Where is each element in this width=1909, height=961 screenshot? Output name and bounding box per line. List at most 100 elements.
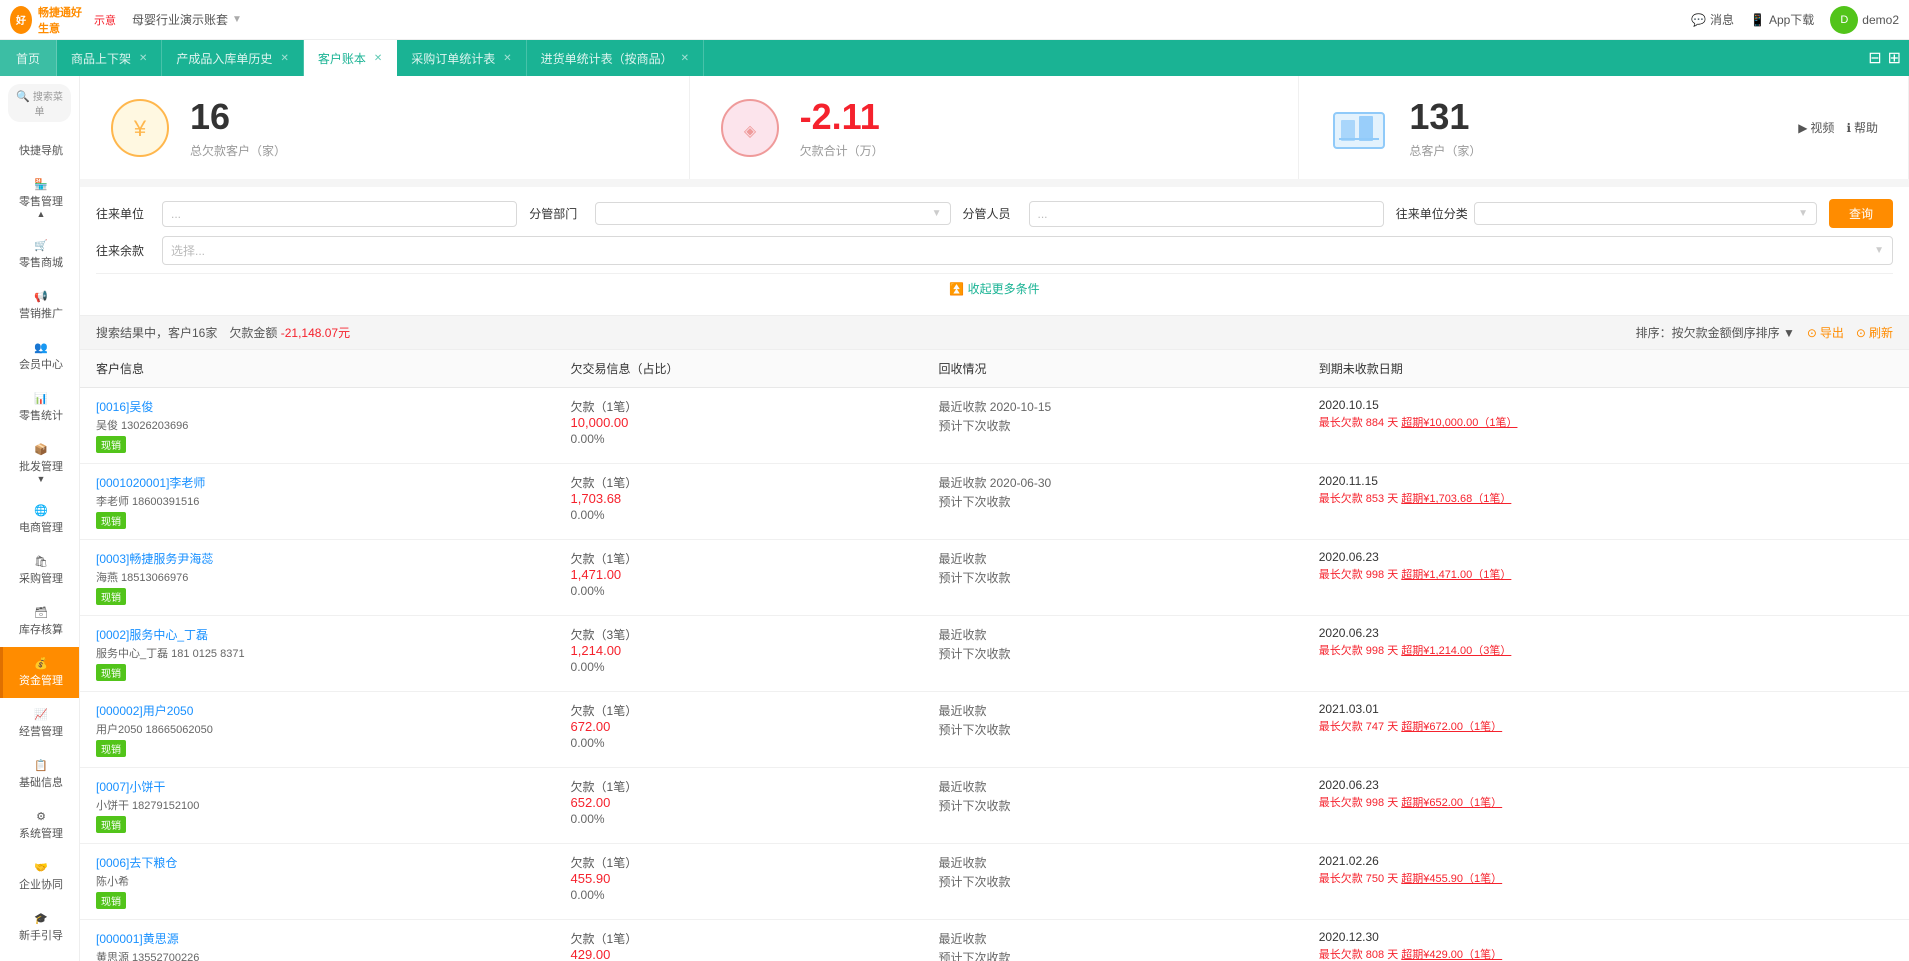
customer-name-link[interactable]: [000002]用户2050 [96, 702, 539, 719]
overdue-info[interactable]: 最长欠款 750 天 超期¥455.90（1笔） [1319, 870, 1893, 886]
sidebar-item-finance[interactable]: 💰 资金管理 [0, 647, 79, 698]
overdue-info[interactable]: 最长欠款 998 天 超期¥652.00（1笔） [1319, 794, 1893, 810]
cell-collection-3: 最近收款 预计下次收款 [922, 616, 1302, 692]
message-btn[interactable]: 💬 消息 [1691, 11, 1734, 28]
cell-debt-4: 欠款（1笔） 672.00 0.00% [555, 692, 923, 768]
overdue-info[interactable]: 最长欠款 998 天 超期¥1,471.00（1笔） [1319, 566, 1893, 582]
filter-unit-input[interactable]: ... [162, 201, 517, 227]
cell-debt-3: 欠款（3笔） 1,214.00 0.00% [555, 616, 923, 692]
collapse-icon[interactable]: ⊟ [1868, 48, 1881, 68]
sidebar-item-ecommerce[interactable]: 🌐 电商管理 [0, 494, 79, 545]
sort-selector[interactable]: 排序：按欠款金额倒序排序 ▼ [1636, 324, 1795, 341]
filter-category-select[interactable]: ▼ [1474, 202, 1817, 225]
sidebar-item-wholesale[interactable]: 📦 批发管理 ▼ [0, 433, 79, 494]
wholesale-icon: 📦 [9, 443, 73, 456]
sidebar-item-guide[interactable]: 🎓 新手引导 [0, 902, 79, 953]
sidebar-item-retail-mall[interactable]: 🛒 零售商城 [0, 229, 79, 280]
table-row: [000002]用户2050 用户2050 18665062050 现销 欠款（… [80, 692, 1909, 768]
tab-close-icon[interactable]: ✕ [139, 53, 147, 64]
filter-balance-select[interactable]: 选择... ▼ [162, 236, 1893, 265]
sidebar-item-operations[interactable]: 📈 经营管理 [0, 698, 79, 749]
refresh-button[interactable]: ⊙ 刷新 [1856, 324, 1893, 341]
cell-collection-6: 最近收款 预计下次收款 [922, 844, 1302, 920]
sidebar-item-retail-mgmt[interactable]: 🏪 零售管理 ▲ [0, 168, 79, 229]
help-btn[interactable]: ℹ 帮助 [1846, 119, 1878, 136]
sidebar-item-quick-nav[interactable]: 快捷导航 [0, 130, 79, 168]
debt-amount[interactable]: 672.00 [571, 719, 907, 734]
tab-close-icon[interactable]: ✕ [681, 53, 689, 64]
sidebar-item-purchase[interactable]: 🛍 采购管理 [0, 545, 79, 596]
sidebar-item-collab[interactable]: 🤝 企业协同 [0, 851, 79, 902]
sidebar-item-system[interactable]: ⚙ 系统管理 [0, 800, 79, 851]
company-selector[interactable]: 母婴行业演示账套 ▼ [132, 11, 242, 28]
debt-amount[interactable]: 10,000.00 [571, 415, 907, 430]
debt-count: 欠款（1笔） [571, 778, 907, 795]
tab-close-icon[interactable]: ✕ [503, 53, 511, 64]
app-download-btn[interactable]: 📱 App下载 [1750, 11, 1814, 28]
export-button[interactable]: ⊙ 导出 [1807, 324, 1844, 341]
customer-name-link[interactable]: [0002]服务中心_丁磊 [96, 626, 539, 643]
ecommerce-icon: 🌐 [9, 504, 73, 517]
debtors-icon: ¥ [110, 98, 170, 158]
customer-phone: 吴俊 13026203696 [96, 417, 539, 433]
filter-person-input[interactable]: ... [1029, 201, 1384, 227]
customer-name-link[interactable]: [0003]畅捷服务尹海蕊 [96, 550, 539, 567]
cell-collection-4: 最近收款 预计下次收款 [922, 692, 1302, 768]
overdue-info[interactable]: 最长欠款 998 天 超期¥1,214.00（3笔） [1319, 642, 1893, 658]
overdue-info[interactable]: 最长欠款 853 天 超期¥1,703.68（1笔） [1319, 490, 1893, 506]
results-amount: 欠款金额 -21,148.07元 [229, 324, 350, 341]
sidebar-search-area[interactable]: 🔍 搜索菜单 [0, 76, 79, 130]
table-header-row: 客户信息 欠交易信息（占比） 回收情况 到期未收款日期 [80, 350, 1909, 388]
video-btn[interactable]: ▶ 视频 [1798, 119, 1834, 136]
total-customers-label: 总客户（家） [1409, 142, 1481, 159]
customer-name-link[interactable]: [0016]吴俊 [96, 398, 539, 415]
tab-product-history[interactable]: 产成品入库单历史 ✕ [162, 40, 303, 76]
debt-amount[interactable]: 1,471.00 [571, 567, 907, 582]
chevron-down-icon: ▼ [1874, 245, 1884, 256]
customer-name-link[interactable]: [0006]去下粮仓 [96, 854, 539, 871]
debt-amount[interactable]: 455.90 [571, 871, 907, 886]
cell-due-3: 2020.06.23 最长欠款 998 天 超期¥1,214.00（3笔） [1303, 616, 1909, 692]
filter-dept-select[interactable]: ▼ [595, 202, 950, 225]
debt-percent: 0.00% [571, 888, 907, 902]
customer-name-link[interactable]: [0001020001]李老师 [96, 474, 539, 491]
search-button[interactable]: 查询 [1829, 199, 1893, 228]
sidebar-item-marketing[interactable]: 📢 营销推广 [0, 280, 79, 331]
due-date: 2021.03.01 [1319, 702, 1893, 716]
tab-close-icon[interactable]: ✕ [280, 53, 288, 64]
overdue-info[interactable]: 最长欠款 808 天 超期¥429.00（1笔） [1319, 946, 1893, 961]
sidebar-item-inventory[interactable]: 🗃 库存核算 [0, 596, 79, 647]
expand-icon[interactable]: ⊞ [1888, 48, 1901, 68]
sidebar: 🔍 搜索菜单 快捷导航 🏪 零售管理 ▲ 🛒 零售商城 📢 营销推广 👥 会员中… [0, 76, 80, 961]
sidebar-item-member[interactable]: 👥 会员中心 [0, 331, 79, 382]
debt-percent: 0.00% [571, 660, 907, 674]
overdue-info[interactable]: 最长欠款 884 天 超期¥10,000.00（1笔） [1319, 414, 1893, 430]
tab-close-icon[interactable]: ✕ [374, 53, 382, 64]
debt-amount[interactable]: 1,214.00 [571, 643, 907, 658]
collapse-filter-btn[interactable]: ⏫ 收起更多条件 [96, 273, 1893, 303]
filter-dept-label: 分管部门 [529, 205, 589, 222]
overdue-info[interactable]: 最长欠款 747 天 超期¥672.00（1笔） [1319, 718, 1893, 734]
customer-name-link[interactable]: [000001]黄思源 [96, 930, 539, 947]
svg-text:¥: ¥ [133, 116, 147, 141]
collapse-icon: ⏫ [949, 282, 964, 296]
user-profile[interactable]: D demo2 [1830, 6, 1899, 34]
brand-tag: 示意 [90, 12, 116, 28]
tab-customer-account[interactable]: 客户账本 ✕ [304, 40, 397, 76]
customer-phone: 服务中心_丁磊 181 0125 8371 [96, 645, 539, 661]
search-input[interactable]: 🔍 搜索菜单 [8, 84, 71, 122]
sidebar-item-retail-stats[interactable]: 📊 零售统计 [0, 382, 79, 433]
debt-amount[interactable]: 652.00 [571, 795, 907, 810]
tab-purchase-stats[interactable]: 采购订单统计表 ✕ [397, 40, 526, 76]
member-icon: 👥 [9, 341, 73, 354]
table-row: [0007]小饼干 小饼干 18279152100 现销 欠款（1笔） 652.… [80, 768, 1909, 844]
tab-incoming-stats[interactable]: 进货单统计表（按商品） ✕ [527, 40, 704, 76]
sidebar-item-app-center[interactable]: 🔲 应用中心 [0, 953, 79, 961]
message-icon: 💬 [1691, 13, 1706, 27]
tab-home[interactable]: 首页 [0, 40, 57, 76]
debt-amount[interactable]: 429.00 [571, 947, 907, 961]
customer-name-link[interactable]: [0007]小饼干 [96, 778, 539, 795]
debt-amount[interactable]: 1,703.68 [571, 491, 907, 506]
sidebar-item-basic-info[interactable]: 📋 基础信息 [0, 749, 79, 800]
tab-product-listing[interactable]: 商品上下架 ✕ [57, 40, 162, 76]
